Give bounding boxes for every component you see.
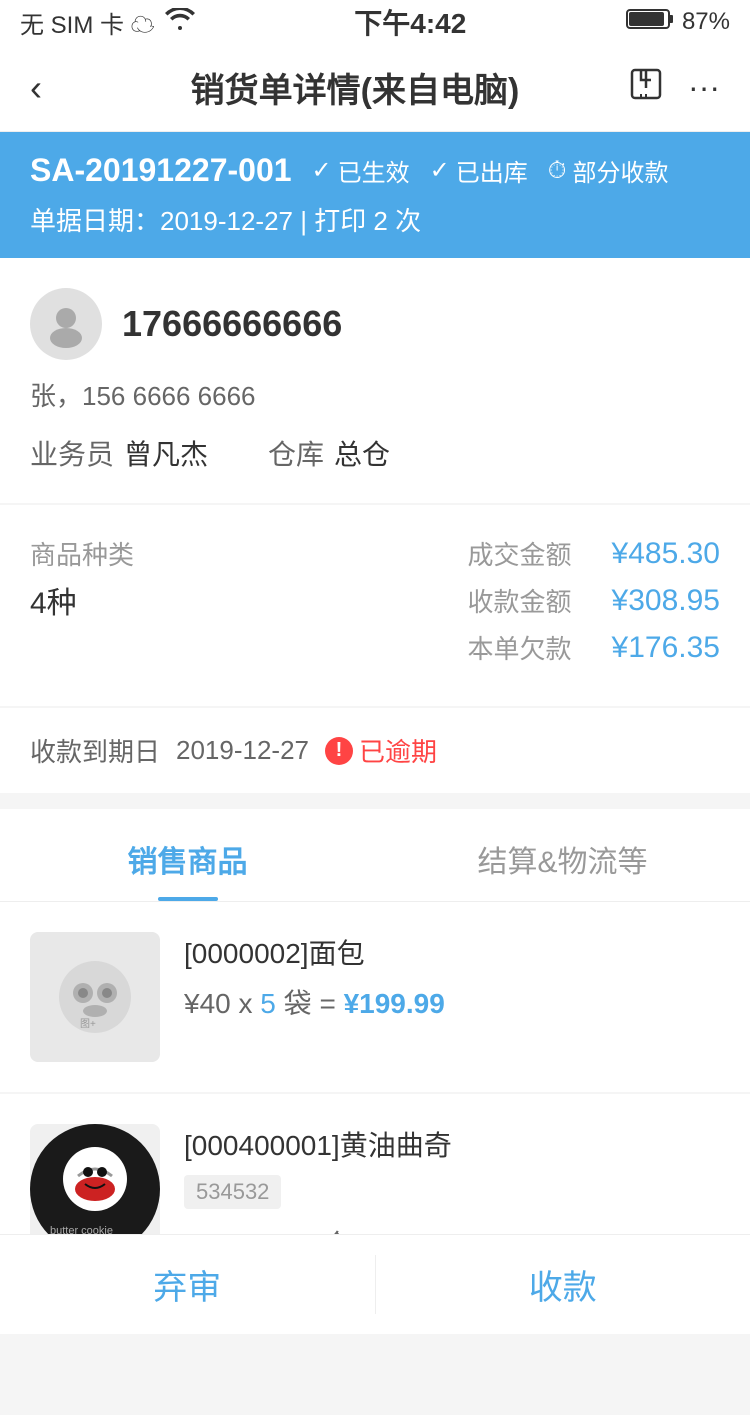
page-title: 销货单详情(来自电脑) (90, 63, 620, 112)
more-icon[interactable]: ··· (688, 69, 720, 106)
sim-status: 无 SIM 卡 ☁ (20, 5, 155, 40)
amount-stats: 成交金额 ¥485.30 收款金额 ¥308.95 本单欠款 ¥176.35 (468, 535, 720, 676)
product-total-1: ¥199.99 (344, 988, 445, 1019)
due-label: 收款到期日 (30, 732, 160, 769)
staff-label: 业务员 (30, 433, 114, 473)
badge-shipped: ✓ 已出库 (430, 153, 528, 188)
customer-name-phone: 张，156 6666 6666 (30, 376, 256, 413)
badge-partial: ⏱ 部分收款 (548, 153, 669, 188)
deal-value: ¥485.30 (612, 537, 720, 571)
clock-icon: ⏱ (548, 157, 567, 185)
debt-value: ¥176.35 (612, 631, 720, 665)
overdue-badge: ! 已逾期 (325, 732, 437, 769)
product-name-1: [0000002]面包 (184, 932, 720, 972)
nav-actions: ··· (620, 66, 720, 110)
check-icon: ✓ (312, 156, 332, 185)
warehouse-value: 总仓 (334, 433, 390, 473)
product-thumb-1: 图+ (30, 932, 160, 1062)
warehouse-info: 仓库 总仓 (268, 433, 390, 473)
check-icon-2: ✓ (430, 156, 450, 185)
status-left: 无 SIM 卡 ☁ (20, 5, 195, 40)
stats-section: 商品种类 4种 成交金额 ¥485.30 收款金额 ¥308.95 本单欠款 ¥… (0, 505, 750, 706)
product-qty-1: 5 (260, 988, 276, 1019)
staff-value: 曾凡杰 (124, 433, 208, 473)
customer-detail: 张，156 6666 6666 (30, 376, 720, 413)
staff-info: 业务员 曾凡杰 (30, 433, 208, 473)
collected-label: 收款金额 (468, 582, 572, 619)
badge-effective: ✓ 已生效 (312, 153, 410, 188)
wifi-icon (165, 8, 195, 37)
product-price-1: ¥40 x 5 袋 = ¥199.99 (184, 982, 720, 1022)
status-bar: 无 SIM 卡 ☁ 下午4:42 87% (0, 0, 750, 44)
product-name-2: [000400001]黄油曲奇 (184, 1124, 720, 1164)
customer-phone: 17666666666 (122, 303, 342, 345)
tabs-section: 销售商品 结算&物流等 (0, 809, 750, 902)
order-date: 单据日期：2019-12-27 | 打印 2 次 (30, 201, 720, 238)
cancel-button[interactable]: 弃审 (0, 1235, 375, 1334)
back-button[interactable]: ‹ (30, 67, 90, 109)
nav-bar: ‹ 销货单详情(来自电脑) ··· (0, 44, 750, 132)
tab-settlement[interactable]: 结算&物流等 (375, 809, 750, 901)
collected-value: ¥308.95 (612, 584, 720, 618)
type-value: 4种 (30, 578, 134, 622)
due-section: 收款到期日 2019-12-27 ! 已逾期 (0, 708, 750, 793)
battery-icon (626, 7, 674, 38)
bottom-bar: 弃审 收款 (0, 1234, 750, 1334)
tab-sales-products[interactable]: 销售商品 (0, 809, 375, 901)
product-info-1: [0000002]面包 ¥40 x 5 袋 = ¥199.99 (184, 932, 720, 1022)
product-tag-2: 534532 (184, 1175, 281, 1209)
debt-label: 本单欠款 (468, 629, 572, 666)
confirm-button[interactable]: 收款 (376, 1235, 750, 1334)
customer-section: 17666666666 张，156 6666 6666 业务员 曾凡杰 仓库 总… (0, 258, 750, 503)
product-item-1: 图+ [0000002]面包 ¥40 x 5 袋 = ¥199.99 (0, 902, 750, 1092)
svg-text:图+: 图+ (80, 1018, 96, 1030)
product-type-stats: 商品种类 4种 (30, 535, 134, 622)
warehouse-label: 仓库 (268, 433, 324, 473)
overdue-text: 已逾期 (359, 732, 437, 769)
status-right: 87% (626, 7, 730, 38)
order-id: SA-20191227-001 (30, 152, 292, 189)
share-icon[interactable] (628, 66, 664, 110)
deal-label: 成交金额 (468, 535, 572, 572)
battery-percent: 87% (682, 8, 730, 36)
avatar (30, 288, 102, 360)
type-label: 商品种类 (30, 535, 134, 572)
overdue-icon: ! (325, 737, 353, 765)
order-header: SA-20191227-001 ✓ 已生效 ✓ 已出库 ⏱ 部分收款 单据日期：… (0, 132, 750, 258)
status-time: 下午4:42 (354, 2, 466, 42)
due-date: 2019-12-27 (176, 735, 309, 766)
